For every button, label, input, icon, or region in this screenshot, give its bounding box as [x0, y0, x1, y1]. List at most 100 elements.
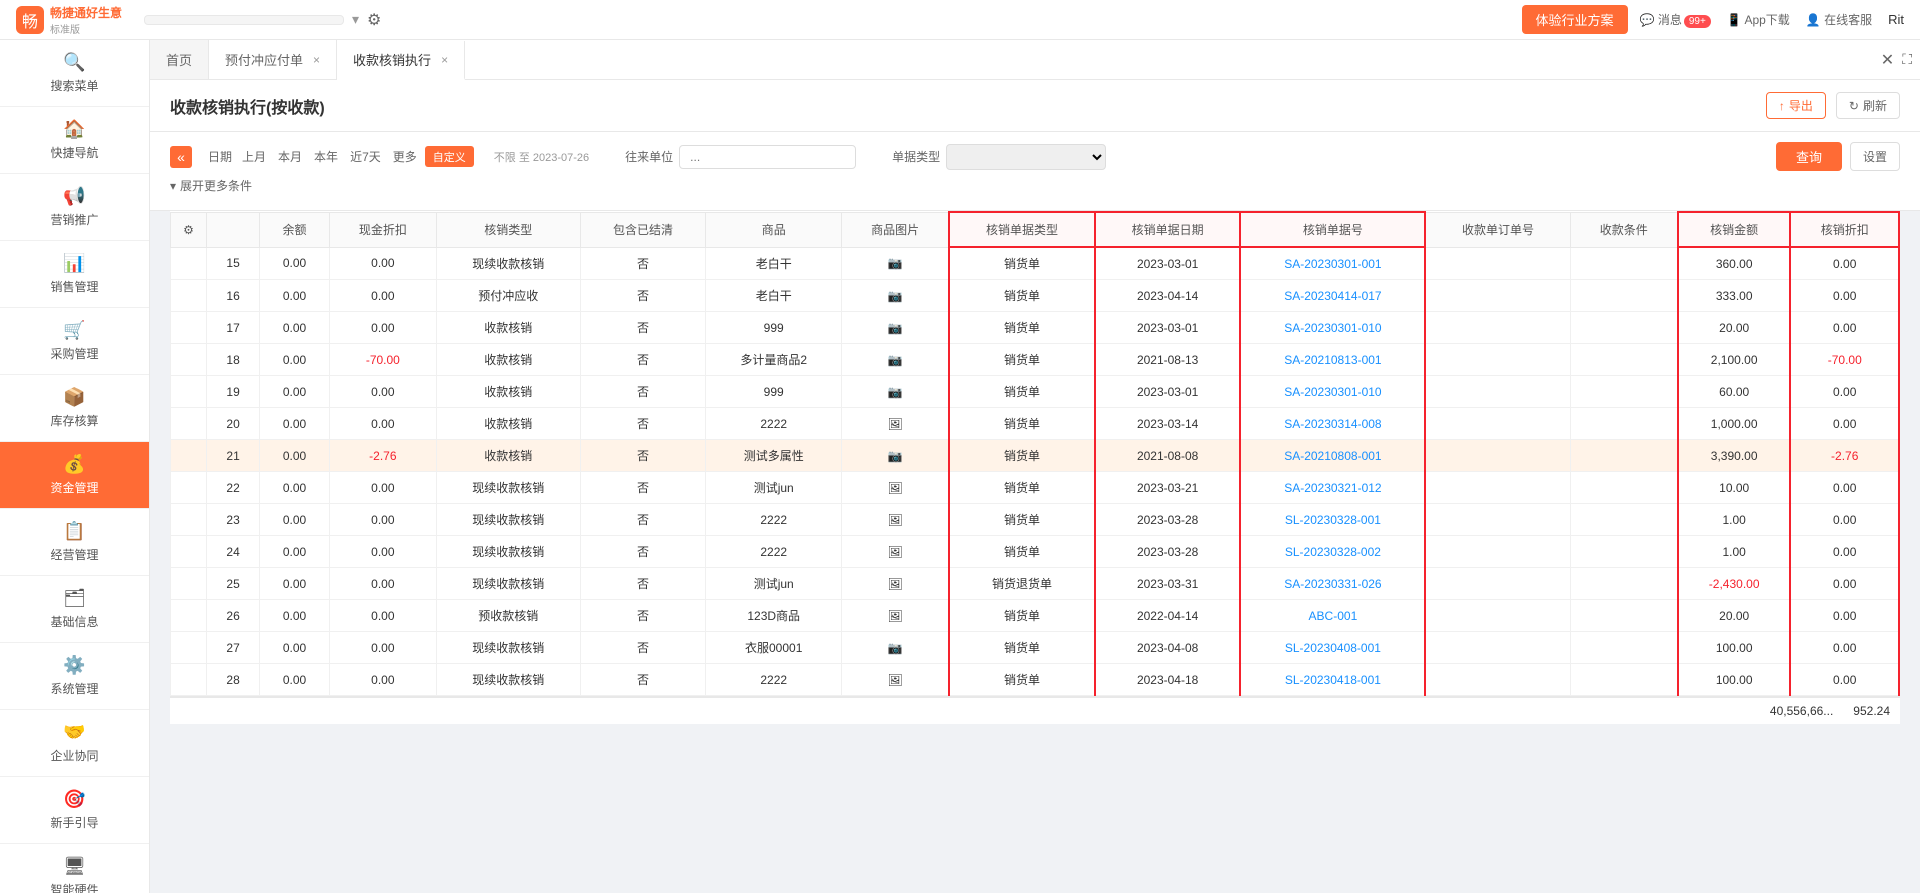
- settings-icon[interactable]: ⚙: [367, 10, 381, 30]
- cell-balance: 0.00: [260, 600, 330, 632]
- tab-prepaid[interactable]: 预付冲应付单 ×: [209, 40, 337, 79]
- tab-receipt-verify-close[interactable]: ×: [441, 53, 448, 67]
- cell-verify-bill-no[interactable]: SA-20230301-001: [1240, 247, 1425, 280]
- date-btn-more[interactable]: 更多: [389, 146, 421, 167]
- sidebar-item-label: 库存核算: [50, 412, 98, 429]
- sidebar-item-quick-nav[interactable]: 🏠 快捷导航: [0, 107, 149, 174]
- sidebar-item-basic[interactable]: 🗂 基础信息: [0, 576, 149, 643]
- sidebar-item-marketing[interactable]: 📢 营销推广: [0, 174, 149, 241]
- date-btn-custom[interactable]: 自定义: [425, 146, 474, 167]
- setting-btn[interactable]: 设置: [1850, 142, 1900, 171]
- cell-verify-bill-no[interactable]: SL-20230408-001: [1240, 632, 1425, 664]
- cell-seq: 28: [207, 664, 260, 696]
- cell-balance: 0.00: [260, 568, 330, 600]
- cell-balance: 0.00: [260, 504, 330, 536]
- tab-maximize-btn[interactable]: ⛶: [1902, 51, 1912, 68]
- purchase-icon: 🛒: [63, 320, 85, 341]
- voucher-type-select[interactable]: [946, 144, 1106, 170]
- sidebar-item-search-menu[interactable]: 🔍 搜索菜单: [0, 40, 149, 107]
- cell-goods-image: 📷: [842, 344, 950, 376]
- tab-home-label: 首页: [166, 50, 192, 69]
- sidebar-item-finance[interactable]: 💰 资金管理: [0, 442, 149, 509]
- cell-verify-bill-no[interactable]: SL-20230328-001: [1240, 504, 1425, 536]
- cell-receipt-condition: [1570, 536, 1678, 568]
- tab-close-window-btn[interactable]: ✕: [1881, 50, 1894, 70]
- cell-verify-amount: 3,390.00: [1678, 440, 1791, 472]
- cell-cash-discount: 0.00: [329, 472, 436, 504]
- cell-verify-bill-type: 销货单: [949, 600, 1095, 632]
- cell-checkbox: [171, 280, 207, 312]
- cell-verify-bill-no[interactable]: SA-20230414-017: [1240, 280, 1425, 312]
- app-download-btn[interactable]: 📱 App下载: [1727, 11, 1790, 28]
- th-verify-amount: 核销金额: [1678, 212, 1791, 247]
- date-btn-this-month[interactable]: 本月: [274, 146, 306, 167]
- tab-home[interactable]: 首页: [150, 40, 209, 79]
- user-name[interactable]: Rit: [1888, 12, 1904, 27]
- cell-receipt-condition: [1570, 280, 1678, 312]
- refresh-btn[interactable]: ↻ 刷新: [1836, 92, 1900, 119]
- cell-verify-discount: 0.00: [1790, 536, 1899, 568]
- cell-receipt-order-no: [1425, 504, 1570, 536]
- sales-icon: 📊: [63, 253, 85, 274]
- cell-verify-bill-no[interactable]: SA-20230301-010: [1240, 376, 1425, 408]
- sidebar-item-guide[interactable]: 🎯 新手引导: [0, 777, 149, 844]
- top-search-input[interactable]: [144, 15, 344, 25]
- expand-conditions-btn[interactable]: ▾ 展开更多条件: [170, 177, 1900, 194]
- table-row: 210.00-2.76收款核销否测试多属性📷销货单2021-08-08SA-20…: [171, 440, 1900, 472]
- export-btn[interactable]: ↑ 导出: [1766, 92, 1826, 119]
- sidebar-item-purchase[interactable]: 🛒 采购管理: [0, 308, 149, 375]
- collapse-btn[interactable]: «: [170, 146, 192, 168]
- cell-goods-image: 🖼: [842, 664, 950, 696]
- cell-cash-discount: -2.76: [329, 440, 436, 472]
- cell-verify-bill-no[interactable]: SA-20210808-001: [1240, 440, 1425, 472]
- partner-input[interactable]: [679, 145, 856, 169]
- sidebar-item-business[interactable]: 📋 经营管理: [0, 509, 149, 576]
- cell-goods: 测试jun: [706, 568, 842, 600]
- tab-receipt-verify[interactable]: 收款核销执行 ×: [337, 41, 465, 80]
- cell-verify-bill-no[interactable]: SL-20230328-002: [1240, 536, 1425, 568]
- tab-prepaid-close[interactable]: ×: [313, 53, 320, 67]
- cell-verify-bill-type: 销货单: [949, 632, 1095, 664]
- page-content: 收款核销执行(按收款) ↑ 导出 ↻ 刷新 « 日期: [150, 80, 1920, 893]
- cell-verify-discount: 0.00: [1790, 280, 1899, 312]
- cell-goods: 2222: [706, 536, 842, 568]
- cell-included: 否: [580, 600, 705, 632]
- sidebar-item-hardware[interactable]: 🖥 智能硬件: [0, 844, 149, 893]
- messages-btn[interactable]: 💬 消息99+: [1640, 11, 1711, 28]
- cell-balance: 0.00: [260, 440, 330, 472]
- sidebar-item-corp[interactable]: 🤝 企业协同: [0, 710, 149, 777]
- cell-verify-type: 收款核销: [436, 376, 580, 408]
- sidebar-item-inventory[interactable]: 📦 库存核算: [0, 375, 149, 442]
- sidebar-item-system[interactable]: ⚙️ 系统管理: [0, 643, 149, 710]
- date-btn-last-month[interactable]: 上月: [238, 146, 270, 167]
- date-btn-7days[interactable]: 近7天: [346, 146, 385, 167]
- cell-verify-bill-no[interactable]: ABC-001: [1240, 600, 1425, 632]
- dropdown-arrow[interactable]: ▾: [352, 11, 359, 28]
- cell-seq: 18: [207, 344, 260, 376]
- cell-verify-bill-no[interactable]: SA-20230331-026: [1240, 568, 1425, 600]
- query-btn[interactable]: 查询: [1776, 142, 1842, 171]
- cell-cash-discount: 0.00: [329, 247, 436, 280]
- cell-verify-bill-no[interactable]: SA-20210813-001: [1240, 344, 1425, 376]
- cell-verify-bill-date: 2023-03-28: [1095, 536, 1241, 568]
- cell-verify-bill-no[interactable]: SA-20230301-010: [1240, 312, 1425, 344]
- cell-verify-bill-no[interactable]: SL-20230418-001: [1240, 664, 1425, 696]
- cell-verify-bill-no[interactable]: SA-20230321-012: [1240, 472, 1425, 504]
- online-service-btn[interactable]: 👤 在线客服: [1806, 11, 1872, 28]
- table-container[interactable]: ⚙ 余额 现金折扣 核销类型 包含已结清 商品 商品图片 核销单据类型 核销单据…: [150, 211, 1920, 893]
- cell-verify-bill-type: 销货单: [949, 280, 1095, 312]
- table-row: 200.000.00收款核销否2222🖼销货单2023-03-14SA-2023…: [171, 408, 1900, 440]
- cell-cash-discount: -70.00: [329, 344, 436, 376]
- cell-verify-bill-no[interactable]: SA-20230314-008: [1240, 408, 1425, 440]
- cell-receipt-order-no: [1425, 312, 1570, 344]
- cell-cash-discount: 0.00: [329, 280, 436, 312]
- th-settings[interactable]: ⚙: [171, 212, 207, 247]
- marketing-icon: 📢: [63, 186, 85, 207]
- guide-icon: 🎯: [63, 789, 85, 810]
- industry-btn[interactable]: 体验行业方案: [1522, 5, 1628, 34]
- cell-cash-discount: 0.00: [329, 408, 436, 440]
- date-btn-this-year[interactable]: 本年: [310, 146, 342, 167]
- cell-receipt-condition: [1570, 632, 1678, 664]
- cell-cash-discount: 0.00: [329, 600, 436, 632]
- sidebar-item-sales[interactable]: 📊 销售管理: [0, 241, 149, 308]
